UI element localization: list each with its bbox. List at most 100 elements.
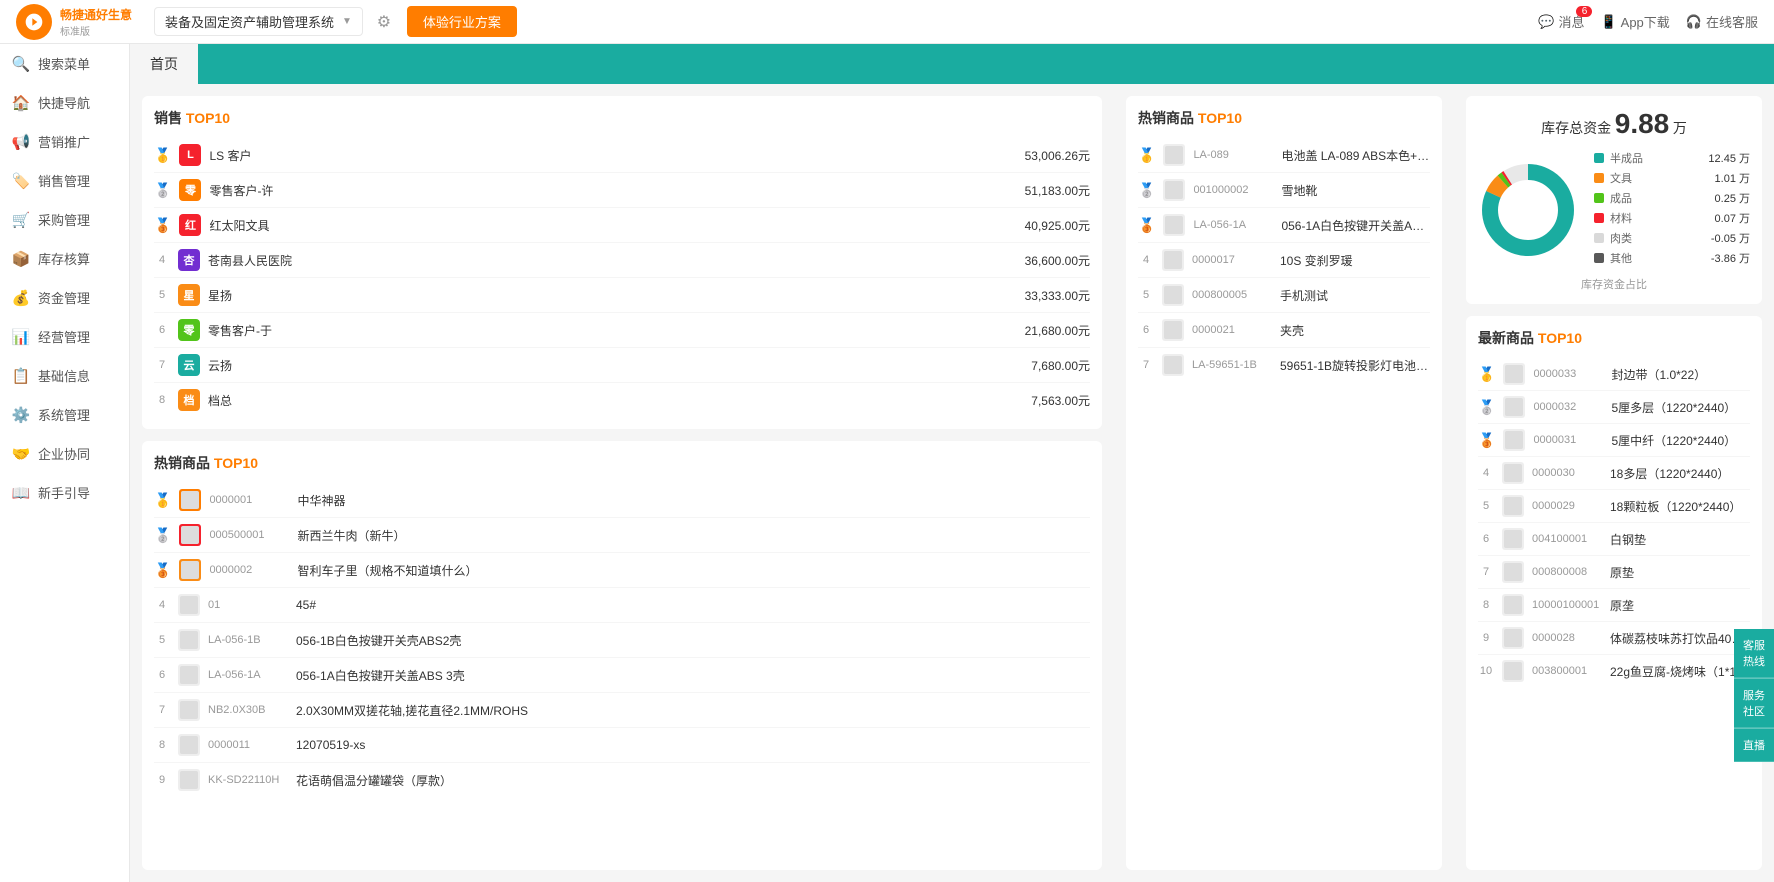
sidebar: 🔍 搜索菜单 🏠 快捷导航 📢 营销推广 🏷️ 销售管理 🛒 采购管理 📦 库存… — [0, 44, 130, 882]
legend-dot — [1594, 173, 1604, 183]
product-image-placeholder — [178, 699, 200, 721]
new-product-item: 8 10000100001 原垄 — [1478, 589, 1750, 622]
legend-dot — [1594, 213, 1604, 223]
new-products-title: 最新商品 TOP10 — [1478, 328, 1750, 348]
rank-medal-icon: 🥇 — [1138, 147, 1155, 164]
sidebar-item-corp[interactable]: 🤝 企业协同 — [0, 434, 129, 473]
sidebar-item-finance[interactable]: 💰 资金管理 — [0, 278, 129, 317]
customer-value: 7,680.00元 — [1031, 357, 1090, 374]
customer-name: LS 客户 — [209, 147, 1016, 164]
trial-button[interactable]: 体验行业方案 — [407, 6, 517, 37]
corp-icon: 🤝 — [12, 445, 30, 463]
right-panel: 库存总资金 9.88 万 — [1454, 84, 1774, 882]
legend-name: 肉类 — [1610, 230, 1705, 246]
customer-avatar: 档 — [178, 389, 200, 411]
system-icon: ⚙️ — [12, 406, 30, 424]
sidebar-item-purchase[interactable]: 🛒 采购管理 — [0, 200, 129, 239]
cs-community-button[interactable]: 服务社区 — [1734, 678, 1774, 728]
online-service-button[interactable]: 🎧 在线客服 — [1686, 12, 1758, 31]
customer-name: 零售客户-许 — [209, 182, 1016, 199]
hot-product-item: 🥇 0000001 中华神器 — [154, 483, 1090, 518]
hot-products-card: 热销商品 TOP10 🥇 0000001 中华神器 🥈 000500001 新西… — [142, 441, 1102, 870]
mid-hot-product-item: 5 000800005 手机测试 — [1138, 278, 1430, 313]
stock-total-unit: 万 — [1673, 120, 1687, 136]
product-image-placeholder — [1162, 249, 1184, 271]
rank-num: 5 — [154, 289, 170, 301]
mid-hot-products-list: 🥇 LA-089 电池盖 LA-089 ABS本色+黑种 7.1克 🥈 0010… — [1138, 138, 1430, 382]
hot-product-item: 8 0000011 12070519-xs — [154, 728, 1090, 763]
product-image — [179, 559, 201, 581]
finance-icon: 💰 — [12, 289, 30, 307]
rank-num: 7 — [1138, 359, 1154, 371]
product-image — [179, 489, 201, 511]
rank-medal-icon: 🥈 — [1138, 182, 1155, 199]
sidebar-item-system[interactable]: ⚙️ 系统管理 — [0, 395, 129, 434]
rank-num: 7 — [1478, 566, 1494, 578]
sidebar-item-search[interactable]: 🔍 搜索菜单 — [0, 44, 129, 83]
rank-num: 6 — [1138, 324, 1154, 336]
rank-num: 5 — [1138, 289, 1154, 301]
gear-button[interactable]: ⚙ — [369, 7, 399, 37]
product-name: 5厘多层（1220*2440） — [1611, 399, 1750, 416]
rank-num: 4 — [1138, 254, 1154, 266]
search-icon: 🔍 — [12, 55, 30, 73]
top-customers-title: 销售 TOP10 — [154, 108, 1090, 128]
top-customers-card: 销售 TOP10 🥇 L LS 客户 53,006.26元 🥈 零 零售客户-许… — [142, 96, 1102, 429]
top-customers-list: 🥇 L LS 客户 53,006.26元 🥈 零 零售客户-许 51,183.0… — [154, 138, 1090, 417]
product-name: 12070519-xs — [296, 738, 1090, 752]
legend-name: 材料 — [1610, 210, 1709, 226]
product-image-placeholder — [1162, 354, 1184, 376]
sidebar-item-ops[interactable]: 📊 经营管理 — [0, 317, 129, 356]
sidebar-item-nav[interactable]: 🏠 快捷导航 — [0, 83, 129, 122]
cs-live-button[interactable]: 直播 — [1734, 728, 1774, 762]
top-bar: 畅捷通好生意 标准版 装备及固定资产辅助管理系统 ▼ ⚙ 体验行业方案 💬 消息… — [0, 0, 1774, 44]
customer-name: 云扬 — [208, 357, 1023, 374]
tab-home[interactable]: 首页 — [130, 44, 198, 84]
mid-hot-product-item: 🥉 LA-056-1A 056-1A白色按键开关盖ABS 3壳 — [1138, 208, 1430, 243]
customer-list-item: 8 档 档总 7,563.00元 — [154, 383, 1090, 417]
sidebar-item-base[interactable]: 📋 基础信息 — [0, 356, 129, 395]
rank-num: 6 — [154, 324, 170, 336]
product-name: 10S 变刹罗瑗 — [1280, 252, 1430, 269]
product-name: 手机测试 — [1280, 287, 1430, 304]
rank-num: 7 — [154, 359, 170, 371]
customer-value: 36,600.00元 — [1025, 252, 1090, 269]
product-name: 22g鱼豆腐-烧烤味（1*12*20） — [1610, 663, 1750, 680]
product-name: 封边带（1.0*22） — [1611, 366, 1750, 383]
rank-medal-icon: 🥈 — [154, 527, 171, 544]
product-code: NB2.0X30B — [208, 704, 288, 716]
mid-hot-products-card: 热销商品 TOP10 🥇 LA-089 电池盖 LA-089 ABS本色+黑种 … — [1126, 96, 1442, 870]
ops-icon: 📊 — [12, 328, 30, 346]
legend-dot — [1594, 233, 1604, 243]
rank-num: 9 — [154, 774, 170, 786]
product-code: LA-056-1A — [1193, 219, 1273, 231]
system-selector[interactable]: 装备及固定资产辅助管理系统 ▼ — [154, 7, 363, 36]
sidebar-item-stock[interactable]: 📦 库存核算 — [0, 239, 129, 278]
app-download-button[interactable]: 📱 App下载 — [1600, 12, 1669, 31]
rank-num: 4 — [154, 599, 170, 611]
left-panel: 销售 TOP10 🥇 L LS 客户 53,006.26元 🥈 零 零售客户-许… — [130, 84, 1114, 882]
cs-hotline-button[interactable]: 客服热线 — [1734, 629, 1774, 678]
product-name: 18颗粒板（1220*2440） — [1610, 498, 1750, 515]
top-right: 💬 消息 6 📱 App下载 🎧 在线客服 — [1538, 12, 1758, 31]
sidebar-item-sales[interactable]: 🏷️ 销售管理 — [0, 161, 129, 200]
legend-value: 1.01 万 — [1715, 170, 1750, 186]
legend-value: -3.86 万 — [1711, 250, 1750, 266]
sidebar-item-guide[interactable]: 📖 新手引导 — [0, 473, 129, 512]
product-name: 056-1A白色按键开关盖ABS 3壳 — [296, 667, 1090, 684]
product-image-placeholder — [178, 664, 200, 686]
product-code: 10000100001 — [1532, 599, 1602, 611]
legend-value: -0.05 万 — [1711, 230, 1750, 246]
message-icon: 💬 — [1538, 14, 1554, 30]
customer-value: 21,680.00元 — [1025, 322, 1090, 339]
legend-item: 文具 1.01 万 — [1594, 170, 1750, 186]
message-button[interactable]: 💬 消息 6 — [1538, 12, 1584, 31]
product-name: 中华神器 — [297, 492, 1090, 509]
legend-dot — [1594, 153, 1604, 163]
new-product-item: 4 0000030 18多层（1220*2440） — [1478, 457, 1750, 490]
page-content: 销售 TOP10 🥇 L LS 客户 53,006.26元 🥈 零 零售客户-许… — [130, 84, 1774, 882]
product-code: LA-59651-1B — [1192, 359, 1272, 371]
new-products-list: 🥇 0000033 封边带（1.0*22） 🥈 0000032 5厘多层（122… — [1478, 358, 1750, 687]
sidebar-item-marketing[interactable]: 📢 营销推广 — [0, 122, 129, 161]
product-code: 0000031 — [1533, 434, 1603, 446]
